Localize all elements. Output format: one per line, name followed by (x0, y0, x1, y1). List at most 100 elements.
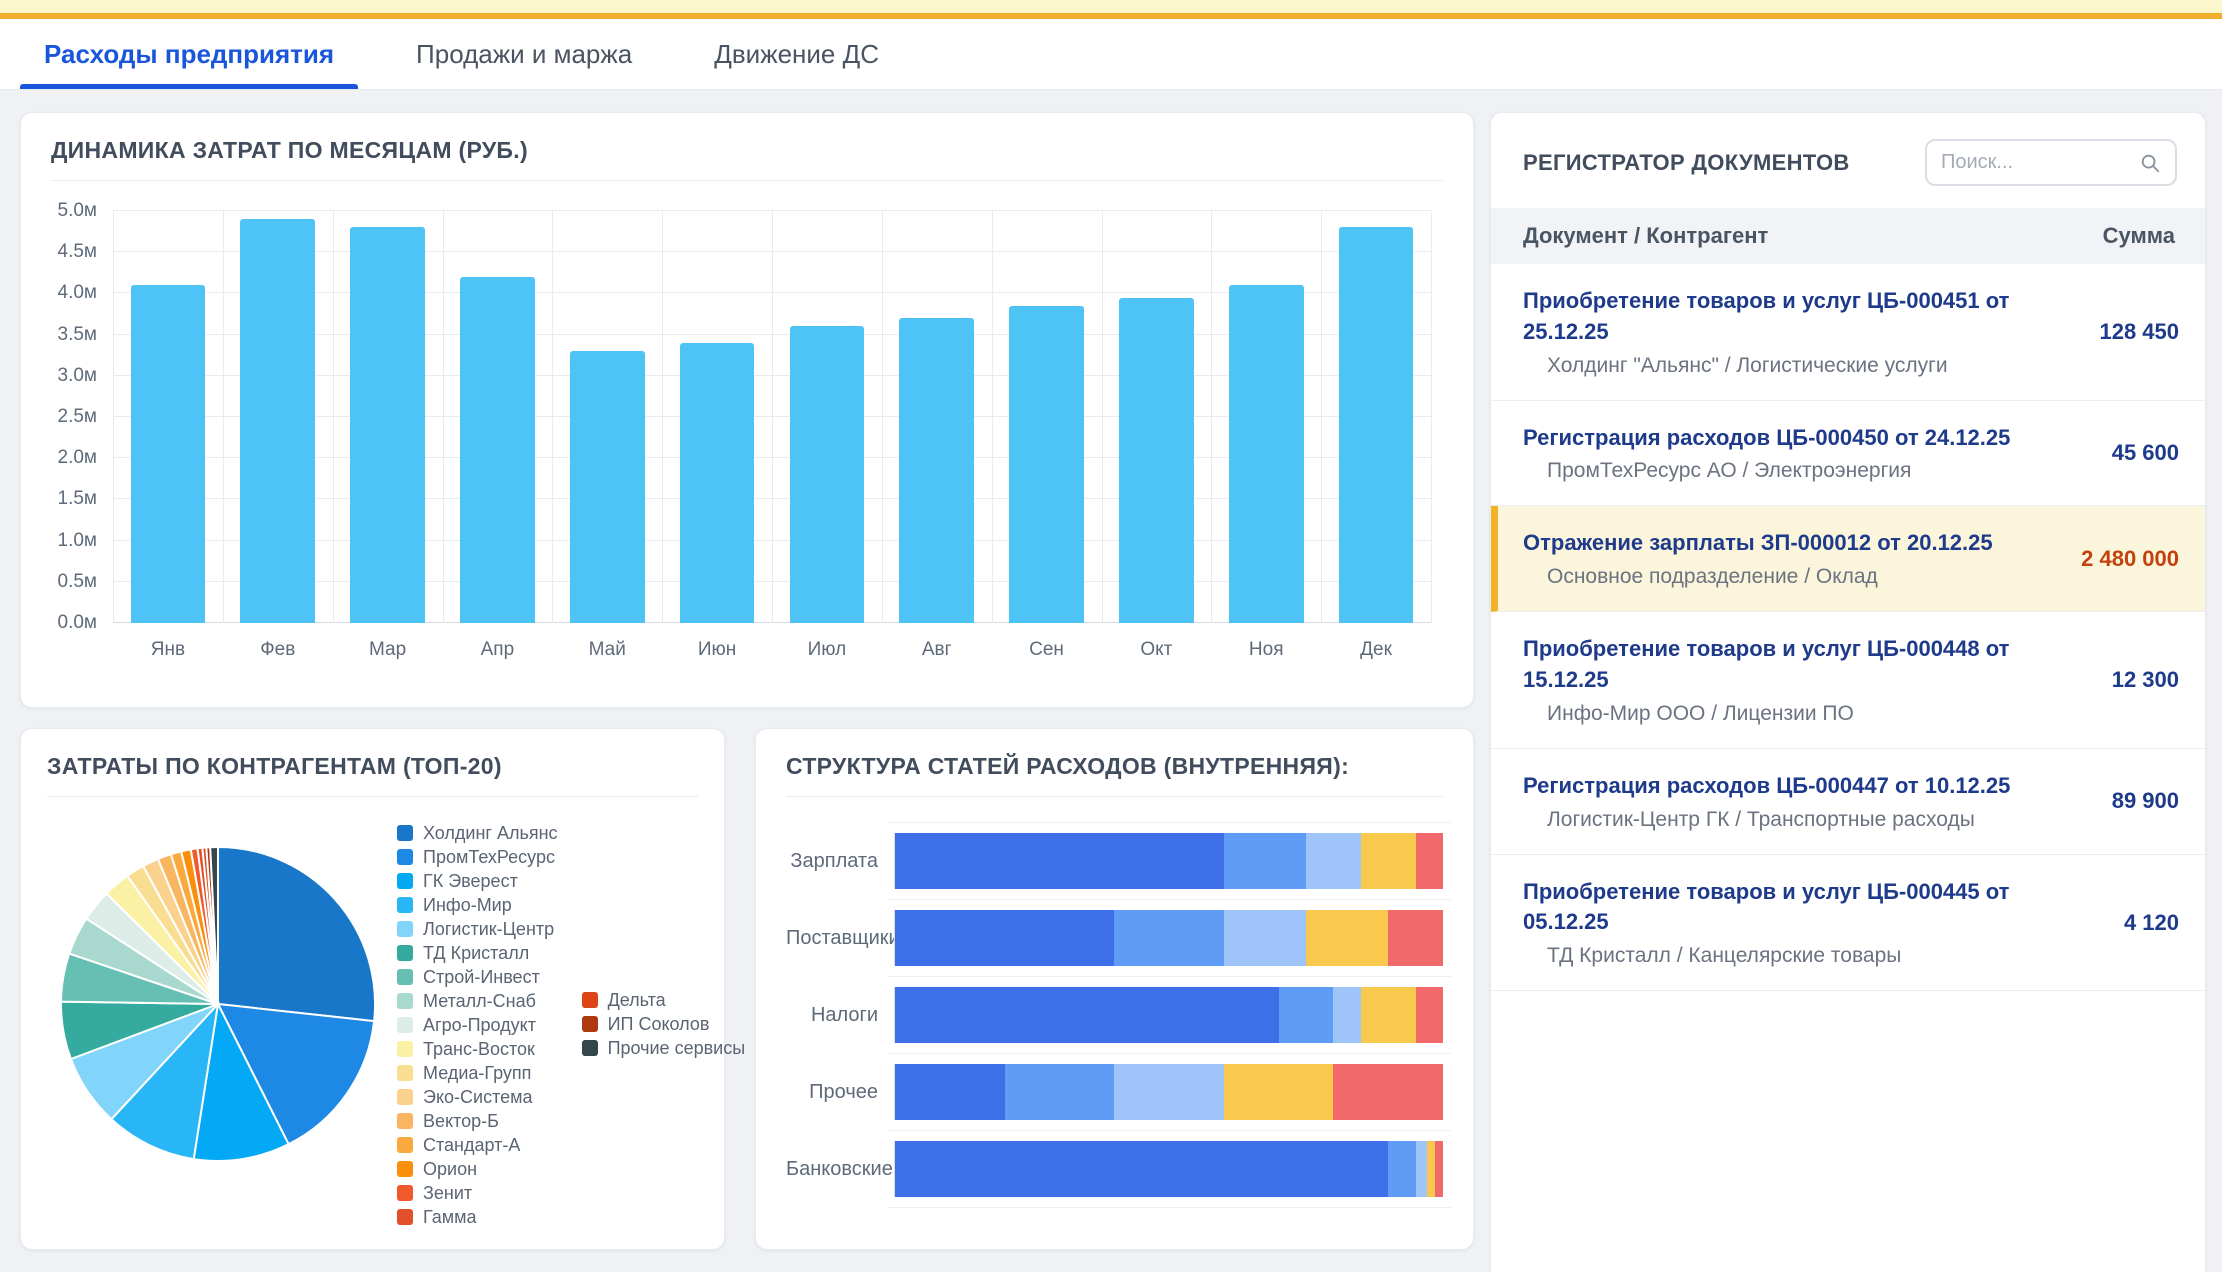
bar-Окт[interactable] (1119, 298, 1194, 623)
legend-item[interactable]: Медиа-Групп (397, 1061, 558, 1085)
y-axis-tick: 1.0м (58, 530, 97, 552)
stack-segment[interactable] (1427, 1141, 1435, 1197)
legend-item[interactable]: Гамма (397, 1205, 558, 1229)
stack-segment[interactable] (1005, 1064, 1115, 1120)
legend-item[interactable]: Холдинг Альянс (397, 821, 558, 845)
legend-item[interactable]: Транс-Восток (397, 1037, 558, 1061)
legend-item[interactable]: Агро-Продукт (397, 1013, 558, 1037)
stack-segment[interactable] (895, 987, 1279, 1043)
stack-segment[interactable] (1224, 910, 1306, 966)
legend-label: Стандарт-А (423, 1135, 520, 1156)
legend-item[interactable]: Дельта (582, 988, 746, 1012)
legend-item[interactable]: Эко-Система (397, 1085, 558, 1109)
document-row[interactable]: Регистрация расходов ЦБ-000450 от 24.12.… (1491, 401, 2205, 507)
legend-item[interactable]: ПромТехРесурс (397, 845, 558, 869)
stack-segment[interactable] (1306, 910, 1388, 966)
legend-label: Металл-Снаб (423, 991, 536, 1012)
stack-segment[interactable] (1224, 1064, 1334, 1120)
legend-label: Вектор-Б (423, 1111, 499, 1132)
gridline-v (662, 211, 663, 623)
bar-Июн[interactable] (680, 343, 755, 623)
tab-sales-margin[interactable]: Продажи и маржа (392, 19, 656, 89)
stack-segment[interactable] (1416, 833, 1443, 889)
stack-segment[interactable] (1333, 987, 1360, 1043)
legend-item[interactable]: Логистик-Центр (397, 917, 558, 941)
stack-segment[interactable] (1388, 910, 1443, 966)
stack-segment[interactable] (895, 910, 1114, 966)
legend-swatch (397, 1065, 413, 1081)
tab-company-expenses[interactable]: Расходы предприятия (20, 19, 358, 89)
search-box (1925, 139, 2177, 186)
legend-swatch (397, 873, 413, 889)
pie-slice-1[interactable] (218, 847, 375, 1021)
x-axis-label: Авг (882, 639, 992, 661)
legend-item[interactable]: Прочие сервисы (582, 1036, 746, 1060)
bar-Янв[interactable] (131, 285, 206, 623)
stack-segment[interactable] (1416, 987, 1443, 1043)
legend-item[interactable]: Вектор-Б (397, 1109, 558, 1133)
legend-item[interactable]: Зенит (397, 1181, 558, 1205)
top-accent-strip (0, 0, 2222, 13)
stack-segment[interactable] (1114, 1064, 1224, 1120)
legend-label: Дельта (608, 990, 666, 1011)
document-info: Приобретение товаров и услуг ЦБ-000448 о… (1523, 634, 2055, 726)
bar-Апр[interactable] (460, 277, 535, 623)
legend-item[interactable]: Металл-Снаб (397, 989, 558, 1013)
stack-segment[interactable] (1114, 910, 1224, 966)
stack-segment[interactable] (1361, 987, 1416, 1043)
search-icon[interactable] (2139, 152, 2161, 174)
stack-segment[interactable] (1361, 833, 1416, 889)
document-subtitle: Инфо-Мир ООО / Лицензии ПО (1523, 702, 2055, 726)
bar-Дек[interactable] (1339, 227, 1414, 623)
x-axis-label: Июн (662, 639, 772, 661)
tab-cash-flow[interactable]: Движение ДС (690, 19, 903, 89)
stack-segment[interactable] (1279, 987, 1334, 1043)
column-header-document: Документ / Контрагент (1523, 223, 1768, 249)
legend-item[interactable]: Строй-Инвест (397, 965, 558, 989)
stack-row-bar (894, 987, 1443, 1043)
divider (786, 796, 1443, 797)
bar-Май[interactable] (570, 351, 645, 623)
bar-Мар[interactable] (350, 227, 425, 623)
legend-item[interactable]: ГК Эверест (397, 869, 558, 893)
x-axis-label: Окт (1101, 639, 1211, 661)
legend-item[interactable]: ИП Соколов (582, 1012, 746, 1036)
register-header: РЕГИСТРАТОР ДОКУМЕНТОВ (1491, 113, 2205, 208)
bar-Ноя[interactable] (1229, 285, 1304, 623)
legend-item[interactable]: Стандарт-А (397, 1133, 558, 1157)
bar-Июл[interactable] (790, 326, 865, 623)
stack-segment[interactable] (1416, 1141, 1427, 1197)
legend-swatch (397, 1209, 413, 1225)
bar-Авг[interactable] (899, 318, 974, 623)
bar-Сен[interactable] (1009, 306, 1084, 623)
gridline-v (552, 211, 553, 623)
stack-segment[interactable] (895, 1064, 1005, 1120)
document-row[interactable]: Приобретение товаров и услуг ЦБ-000448 о… (1491, 612, 2205, 749)
stack-segment[interactable] (1306, 833, 1361, 889)
expense-structure-card: СТРУКТУРА СТАТЕЙ РАСХОДОВ (ВНУТРЕННЯЯ): … (755, 728, 1474, 1250)
document-title: Отражение зарплаты ЗП-000012 от 20.12.25 (1523, 528, 2055, 559)
legend-item[interactable]: Инфо-Мир (397, 893, 558, 917)
document-row[interactable]: Приобретение товаров и услуг ЦБ-000451 о… (1491, 264, 2205, 401)
document-row[interactable]: Приобретение товаров и услуг ЦБ-000445 о… (1491, 855, 2205, 992)
document-row[interactable]: Регистрация расходов ЦБ-000447 от 10.12.… (1491, 749, 2205, 855)
stack-segment[interactable] (895, 833, 1224, 889)
document-row[interactable]: Отражение зарплаты ЗП-000012 от 20.12.25… (1491, 506, 2205, 612)
gridline-v (443, 211, 444, 623)
legend-item[interactable]: ТД Кристалл (397, 941, 558, 965)
stack-segment[interactable] (1388, 1141, 1415, 1197)
bar-Фев[interactable] (240, 219, 315, 623)
monthly-bar-xlabels: ЯнвФевМарАпрМайИюнИюлАвгСенОктНояДек (113, 639, 1431, 661)
stack-segment[interactable] (895, 1141, 1388, 1197)
x-axis-label: Июл (772, 639, 882, 661)
stack-segment[interactable] (1224, 833, 1306, 889)
stack-segment[interactable] (1435, 1141, 1443, 1197)
document-subtitle: Холдинг "Альянс" / Логистические услуги (1523, 354, 2055, 378)
legend-item[interactable]: Орион (397, 1157, 558, 1181)
legend-swatch (397, 945, 413, 961)
left-column: ДИНАМИКА ЗАТРАТ ПО МЕСЯЦАМ (РУБ.) 0.0м0.… (20, 112, 1474, 1272)
x-axis-label: Фев (223, 639, 333, 661)
search-input[interactable] (1941, 151, 2139, 174)
stack-segment[interactable] (1333, 1064, 1443, 1120)
legend-swatch (397, 993, 413, 1009)
